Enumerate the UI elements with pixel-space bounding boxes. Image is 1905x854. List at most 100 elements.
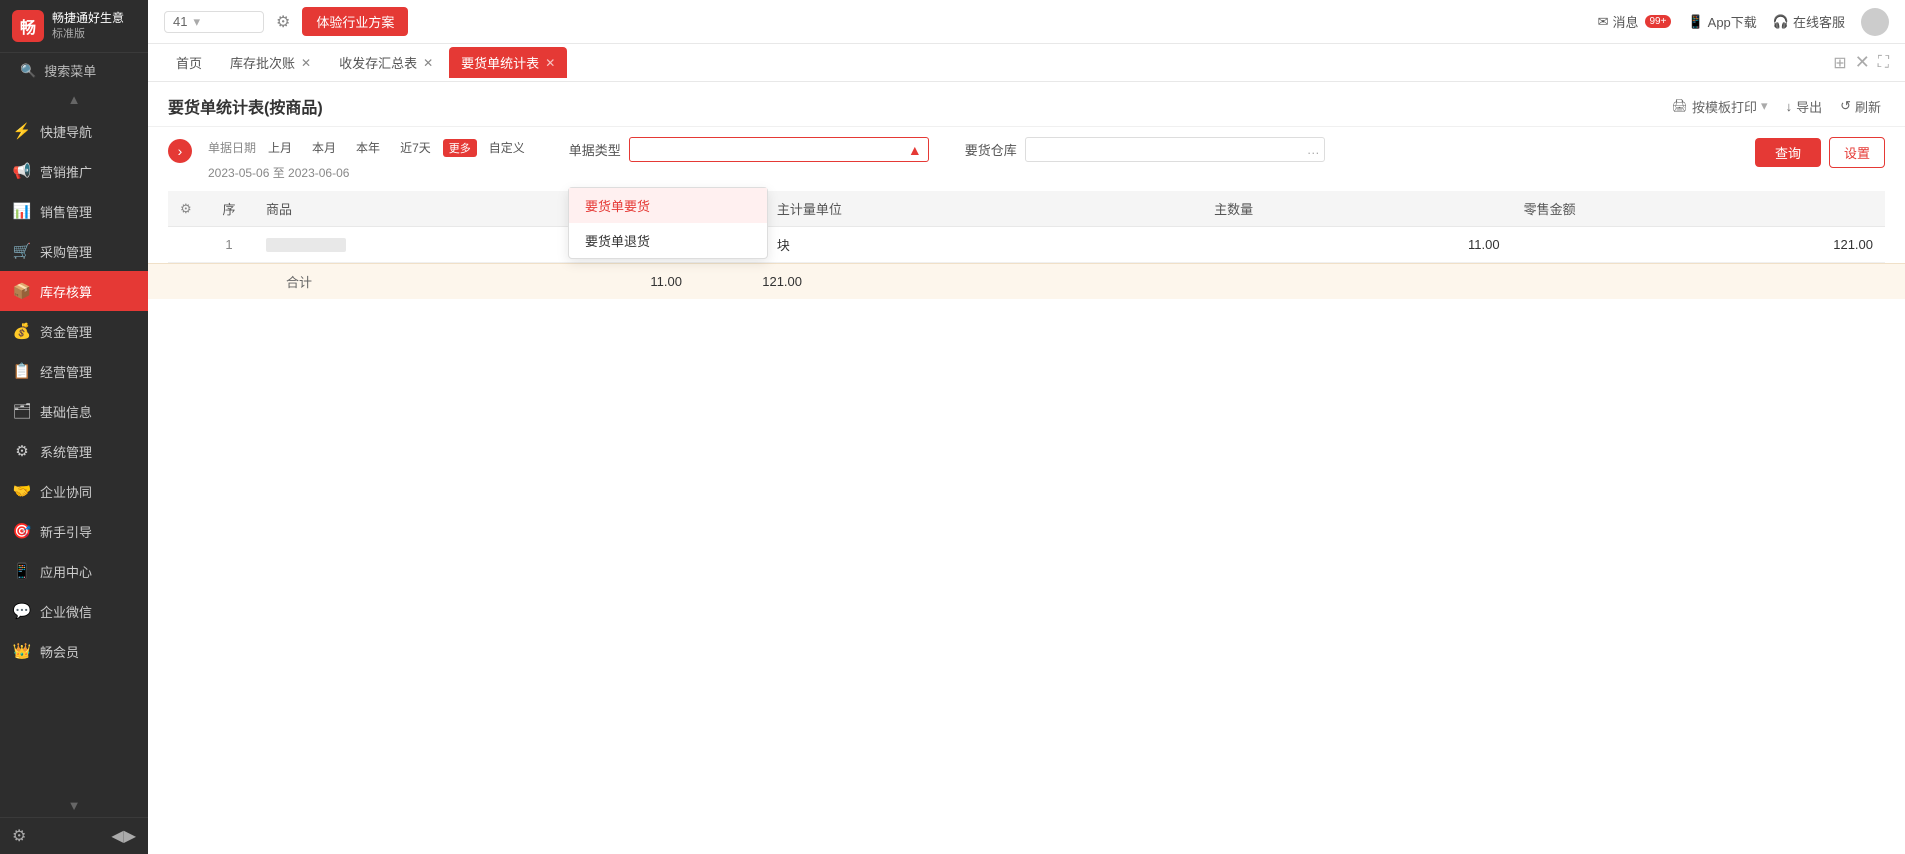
filter-type-field[interactable]	[630, 138, 902, 161]
sidebar-item-marketing[interactable]: 📢 营销推广	[0, 151, 148, 191]
filter-type-group: 单据类型 ▲	[569, 137, 929, 162]
filter-warehouse-input: …	[1025, 137, 1325, 162]
tab-home[interactable]: 首页	[164, 47, 214, 78]
table-cell-empty	[168, 227, 204, 263]
tab-close-icon[interactable]: ✕	[423, 56, 433, 70]
table-footer: 合计 11.00 121.00	[148, 263, 1905, 299]
sidebar-item-operations[interactable]: 📋 经营管理	[0, 351, 148, 391]
filter-this-year-btn[interactable]: 本年	[348, 137, 388, 158]
app-center-icon: 📱	[12, 561, 32, 581]
table-cell-num: 1	[204, 227, 254, 263]
sidebar-item-label: 库存核算	[40, 282, 92, 301]
filter-date-buttons: 上月 本月 本年 近7天 更多 自定义	[260, 137, 533, 158]
settings-icon[interactable]: ⚙	[12, 826, 26, 846]
table-settings-header: ⚙	[168, 191, 204, 227]
filter-more-btn[interactable]: 更多	[443, 139, 477, 157]
topbar-settings-icon[interactable]: ⚙	[276, 12, 290, 32]
tabbar: 首页 库存批次账 ✕ 收发存汇总表 ✕ 要货单统计表 ✕ ⊞ ✕ ⛶	[148, 44, 1905, 82]
footer-quantity: 11.00	[574, 274, 694, 289]
print-button[interactable]: 🖨 按模板打印 ▾	[1668, 95, 1772, 118]
setting-button[interactable]: 设置	[1829, 137, 1885, 168]
export-icon: ↓	[1786, 99, 1793, 114]
filter-custom-btn[interactable]: 自定义	[481, 137, 533, 158]
sidebar-item-label: 营销推广	[40, 162, 92, 181]
sidebar-bottom: ⚙ ◀▶	[0, 817, 148, 854]
online-service-button[interactable]: 🎧 在线客服	[1773, 12, 1845, 31]
filter-last-month-btn[interactable]: 上月	[260, 137, 300, 158]
sidebar-item-label: 资金管理	[40, 322, 92, 341]
sidebar-scroll-down[interactable]: ▼	[0, 794, 148, 817]
avatar[interactable]	[1861, 8, 1889, 36]
service-icon: 🎧	[1773, 14, 1789, 30]
tabbar-fullscreen-icon[interactable]: ⛶	[1878, 54, 1889, 72]
trial-button[interactable]: 体验行业方案	[302, 7, 408, 36]
sidebar-item-quick-nav[interactable]: ⚡ 快捷导航	[0, 111, 148, 151]
product-placeholder	[266, 238, 346, 252]
collapse-icon[interactable]: ◀▶	[111, 826, 136, 846]
filter-last-7days-btn[interactable]: 近7天	[392, 137, 439, 158]
sidebar-item-sales[interactable]: 📊 销售管理	[0, 191, 148, 231]
filter-type-chevron-icon[interactable]: ▲	[902, 142, 928, 158]
sidebar-search[interactable]: 🔍 搜索菜单	[0, 53, 148, 88]
filter-date-label: 单据日期	[208, 139, 256, 156]
tab-close-icon[interactable]: ✕	[301, 56, 311, 70]
sidebar-item-enterprise[interactable]: 🤝 企业协同	[0, 471, 148, 511]
filter-this-month-btn[interactable]: 本月	[304, 137, 344, 158]
sidebar-item-label: 采购管理	[40, 242, 92, 261]
export-button[interactable]: ↓ 导出	[1782, 95, 1827, 118]
sidebar-item-basic[interactable]: 🗂 基础信息	[0, 391, 148, 431]
tab-receivable-summary[interactable]: 收发存汇总表 ✕	[327, 47, 445, 78]
refresh-button[interactable]: ↺ 刷新	[1836, 95, 1885, 118]
tab-batch-account[interactable]: 库存批次账 ✕	[218, 47, 323, 78]
table-amount-header: 零售金额	[1512, 191, 1885, 227]
sidebar-item-membership[interactable]: 👑 畅会员	[0, 631, 148, 671]
query-button[interactable]: 查询	[1755, 138, 1821, 167]
page-actions: 🖨 按模板打印 ▾ ↓ 导出 ↺ 刷新	[1668, 95, 1886, 118]
sidebar-item-guide[interactable]: 🎯 新手引导	[0, 511, 148, 551]
print-icon: 🖨	[1672, 98, 1689, 114]
logo-text: 畅捷通好生意 标准版	[52, 11, 124, 41]
sidebar-logo: 畅 畅捷通好生意 标准版	[0, 0, 148, 53]
sidebar-item-system[interactable]: ⚙ 系统管理	[0, 431, 148, 471]
guide-icon: 🎯	[12, 521, 32, 541]
enterprise-icon: 🤝	[12, 481, 32, 501]
tabbar-expand-icon[interactable]: ⊞	[1833, 53, 1846, 73]
tab-order-summary[interactable]: 要货单统计表 ✕	[449, 47, 567, 78]
sidebar-item-label: 销售管理	[40, 202, 92, 221]
table-settings-icon[interactable]: ⚙	[180, 201, 192, 216]
main-area: 41 ▾ ⚙ 体验行业方案 ✉ 消息 99+ 📱 App下载 🎧 在线客服	[148, 0, 1905, 854]
messages-button[interactable]: ✉ 消息 99+	[1598, 12, 1672, 31]
filter-warehouse-more-icon[interactable]: …	[1303, 142, 1324, 157]
filter-type-input: ▲	[629, 137, 929, 162]
sidebar-item-finance[interactable]: 💰 资金管理	[0, 311, 148, 351]
filter-bar: › 单据日期 上月 本月 本年 近7天 更多 自定义 2023-05-06 至 …	[148, 127, 1905, 191]
filter-warehouse-group: 要货仓库 …	[965, 137, 1739, 162]
dropdown-item-order-return[interactable]: 要货单退货	[569, 223, 767, 258]
sidebar-item-label: 新手引导	[40, 522, 92, 541]
app-download-icon: 📱	[1687, 14, 1703, 30]
search-icon: 🔍	[20, 63, 36, 79]
app-download-button[interactable]: 📱 App下载	[1687, 12, 1756, 31]
sidebar-item-label: 畅会员	[40, 642, 79, 661]
tabbar-close-all-icon[interactable]: ✕	[1855, 52, 1870, 73]
sidebar-item-label: 企业协同	[40, 482, 92, 501]
refresh-icon: ↺	[1840, 98, 1851, 114]
tab-close-icon[interactable]: ✕	[545, 56, 555, 70]
topbar-right: ✉ 消息 99+ 📱 App下载 🎧 在线客服	[1598, 8, 1889, 36]
sidebar-item-inventory[interactable]: 📦 库存核算	[0, 271, 148, 311]
table-unit-header: 主计量单位	[765, 191, 1202, 227]
system-icon: ⚙	[12, 441, 32, 461]
filter-expand-button[interactable]: ›	[168, 139, 192, 163]
sidebar-item-label: 企业微信	[40, 602, 92, 621]
operations-icon: 📋	[12, 361, 32, 381]
filter-warehouse-field[interactable]	[1026, 138, 1303, 161]
finance-icon: 💰	[12, 321, 32, 341]
sidebar-item-purchase[interactable]: 🛒 采购管理	[0, 231, 148, 271]
table-header-row: ⚙ 序 商品 主计量单位 主数量 零售金额	[168, 191, 1885, 227]
sidebar-item-weixin[interactable]: 💬 企业微信	[0, 591, 148, 631]
sidebar-item-app-center[interactable]: 📱 应用中心	[0, 551, 148, 591]
dropdown-item-order-goods[interactable]: 要货单要货	[569, 188, 767, 223]
basic-icon: 🗂	[12, 401, 32, 421]
topbar-selector[interactable]: 41 ▾	[164, 11, 264, 33]
sidebar-scroll-up[interactable]: ▲	[0, 88, 148, 111]
